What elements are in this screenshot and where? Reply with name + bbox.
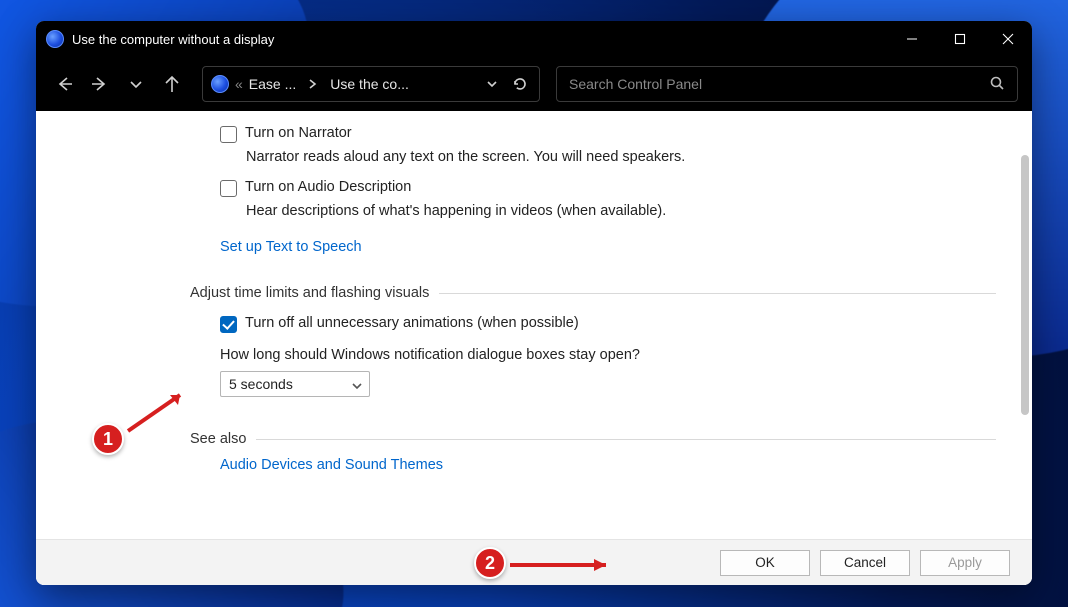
- chevron-down-icon: [485, 77, 499, 91]
- control-panel-window: Use the computer without a display « Eas…: [36, 21, 1032, 585]
- address-dropdown[interactable]: [481, 73, 503, 95]
- scroll-region: Turn on Narrator Narrator reads aloud an…: [36, 111, 1016, 539]
- close-button[interactable]: [984, 21, 1032, 57]
- notification-duration-value: 5 seconds: [229, 376, 293, 392]
- annotation-marker-1: 1: [92, 423, 124, 455]
- audio-description-checkbox[interactable]: [220, 180, 237, 197]
- chevron-down-icon: [128, 76, 144, 92]
- tts-link[interactable]: Set up Text to Speech: [220, 239, 362, 255]
- recent-dropdown[interactable]: [122, 70, 150, 98]
- divider: [256, 439, 996, 440]
- chevron-down-icon: [351, 379, 363, 395]
- apply-button[interactable]: Apply: [920, 550, 1010, 576]
- content-area: Turn on Narrator Narrator reads aloud an…: [36, 111, 1032, 585]
- group-legend-time-limits: Adjust time limits and flashing visuals: [190, 285, 429, 301]
- forward-button[interactable]: [86, 70, 114, 98]
- annotation-arrow-1: [122, 383, 202, 439]
- address-bar[interactable]: « Ease ... Use the co...: [202, 66, 540, 102]
- window-title: Use the computer without a display: [72, 32, 888, 47]
- notification-duration-select[interactable]: 5 seconds: [220, 371, 370, 397]
- navbar: « Ease ... Use the co...: [36, 57, 1032, 111]
- scrollbar-thumb[interactable]: [1021, 155, 1029, 415]
- refresh-button[interactable]: [509, 73, 531, 95]
- audio-devices-link[interactable]: Audio Devices and Sound Themes: [220, 457, 443, 473]
- up-button[interactable]: [158, 70, 186, 98]
- narrator-checkbox[interactable]: [220, 126, 237, 143]
- cancel-button[interactable]: Cancel: [820, 550, 910, 576]
- arrow-right-icon: [90, 74, 110, 94]
- ok-button[interactable]: OK: [720, 550, 810, 576]
- maximize-button[interactable]: [936, 21, 984, 57]
- refresh-icon: [512, 76, 528, 92]
- close-icon: [1002, 33, 1014, 45]
- breadcrumb-current[interactable]: Use the co...: [330, 76, 409, 92]
- arrow-left-icon: [54, 74, 74, 94]
- back-button[interactable]: [50, 70, 78, 98]
- audio-description-label: Turn on Audio Description: [245, 179, 411, 195]
- notification-duration-question: How long should Windows notification dia…: [220, 347, 996, 363]
- breadcrumb-ease[interactable]: Ease ...: [249, 76, 296, 92]
- breadcrumb-separator[interactable]: [302, 73, 324, 95]
- narrator-label: Turn on Narrator: [245, 125, 352, 141]
- vertical-scrollbar[interactable]: [1020, 115, 1030, 535]
- minimize-icon: [906, 33, 918, 45]
- titlebar: Use the computer without a display: [36, 21, 1032, 57]
- narrator-description: Narrator reads aloud any text on the scr…: [246, 149, 996, 165]
- annotation-marker-2: 2: [474, 547, 506, 579]
- audio-description-desc: Hear descriptions of what's happening in…: [246, 203, 996, 219]
- chevron-right-icon: [307, 78, 319, 90]
- ease-of-access-icon: [46, 30, 64, 48]
- minimize-button[interactable]: [888, 21, 936, 57]
- search-box[interactable]: [556, 66, 1018, 102]
- ease-of-access-icon: [211, 75, 229, 93]
- breadcrumb-laquo: «: [235, 76, 243, 92]
- search-icon: [989, 75, 1005, 94]
- arrow-up-icon: [162, 74, 182, 94]
- annotation-arrow-2: [506, 555, 626, 575]
- divider: [439, 293, 996, 294]
- turn-off-animations-checkbox[interactable]: [220, 316, 237, 333]
- turn-off-animations-label: Turn off all unnecessary animations (whe…: [245, 315, 579, 331]
- search-input[interactable]: [569, 76, 989, 92]
- maximize-icon: [954, 33, 966, 45]
